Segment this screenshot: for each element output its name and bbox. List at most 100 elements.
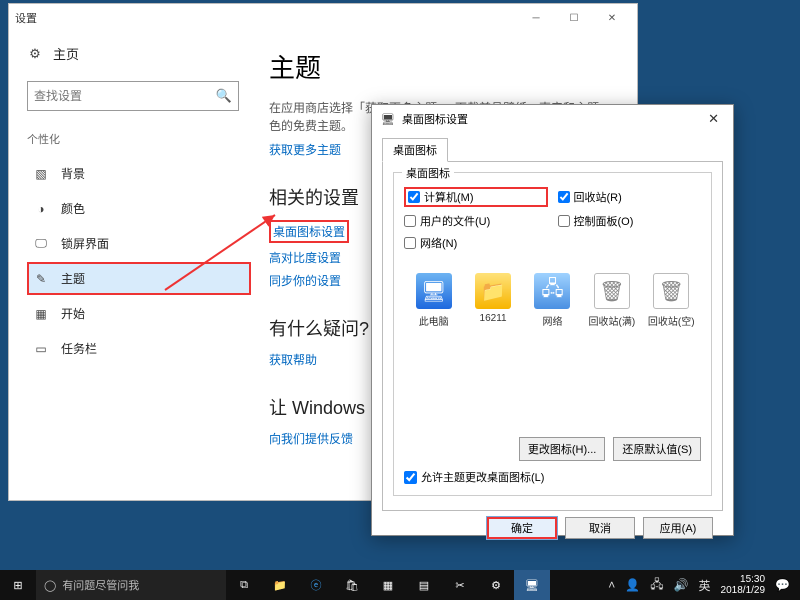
folder-icon: 📁: [475, 273, 511, 309]
sidebar-item-label: 锁屏界面: [61, 235, 109, 252]
checkbox-recyclebin[interactable]: 回收站(R): [558, 187, 702, 207]
tray-volume-icon[interactable]: 🔊: [674, 578, 689, 592]
taskbar-icon: ▭: [33, 341, 49, 357]
allow-themes-input[interactable]: [404, 471, 417, 484]
search-input[interactable]: [34, 89, 216, 103]
taskbar-app-settings[interactable]: ⚙: [478, 570, 514, 600]
icon-label: 回收站(空): [644, 313, 698, 328]
checkbox-controlpanel[interactable]: 控制面板(O): [558, 213, 702, 229]
search-placeholder: 有问题尽管问我: [62, 577, 139, 593]
taskbar-app-snip[interactable]: ✂: [442, 570, 478, 600]
restore-defaults-button[interactable]: 还原默认值(S): [613, 437, 701, 461]
checkbox-userfiles[interactable]: 用户的文件(U): [404, 213, 548, 229]
start-icon: ▦: [33, 306, 49, 322]
icon-network[interactable]: 🖧 网络: [525, 273, 579, 328]
home-label: 主页: [53, 44, 79, 63]
checkbox-label: 允许主题更改桌面图标(L): [421, 469, 544, 485]
tab-content: 桌面图标 计算机(M) 回收站(R) 用户的文件(U): [382, 161, 723, 511]
cortana-icon: ◯: [44, 579, 56, 592]
sidebar-item-label: 主题: [61, 270, 85, 287]
dialog-title: 桌面图标设置: [402, 111, 468, 127]
window-title: 设置: [15, 10, 517, 26]
start-button[interactable]: ⊞: [0, 570, 36, 600]
dialog-icon: 🖥: [380, 111, 396, 127]
tray-chevron-icon[interactable]: ˄: [608, 578, 615, 592]
checkbox-network-input[interactable]: [404, 237, 416, 249]
maximize-button[interactable]: ☐: [555, 5, 593, 31]
minimize-button[interactable]: ─: [517, 5, 555, 31]
icon-label: 网络: [525, 313, 579, 328]
tray-people-icon[interactable]: 👤: [625, 578, 640, 592]
ok-button[interactable]: 确定: [487, 517, 557, 539]
group-label: 桌面图标: [402, 165, 454, 181]
lock-icon: 🖵: [33, 236, 49, 252]
sidebar-item-taskbar[interactable]: ▭ 任务栏: [27, 332, 251, 365]
checkbox-network[interactable]: 网络(N): [404, 235, 548, 251]
clock-time: 15:30: [721, 574, 766, 585]
sidebar-item-lockscreen[interactable]: 🖵 锁屏界面: [27, 227, 251, 260]
settings-sidebar: ⚙ 主页 🔍 个性化 ▧ 背景 ◑ 颜色 🖵 锁屏界面 ✎ 主题: [9, 32, 269, 500]
settings-title-bar: 设置 ─ ☐ ✕: [9, 4, 637, 32]
checkbox-controlpanel-input[interactable]: [558, 215, 570, 227]
sidebar-item-themes[interactable]: ✎ 主题: [27, 262, 251, 295]
theme-icon: ✎: [33, 271, 49, 287]
taskbar-app-store[interactable]: 🛍: [334, 570, 370, 600]
dialog-close-button[interactable]: ✕: [702, 111, 725, 127]
sidebar-item-label: 任务栏: [61, 340, 97, 357]
checkbox-recyclebin-input[interactable]: [558, 191, 570, 203]
checkbox-userfiles-input[interactable]: [404, 215, 416, 227]
icon-userfolder[interactable]: 📁 16211: [466, 273, 520, 328]
sidebar-item-start[interactable]: ▦ 开始: [27, 297, 251, 330]
desktop-icon-settings-link[interactable]: 桌面图标设置: [269, 220, 349, 243]
taskbar-app-running[interactable]: 🖥: [514, 570, 550, 600]
tray: ˄ 👤 🖧 🔊 英 15:30 2018/1/29 💬: [608, 574, 800, 596]
taskbar-app-generic[interactable]: ▦: [370, 570, 406, 600]
close-button[interactable]: ✕: [593, 5, 631, 31]
taskbar: ⊞ ◯ 有问题尽管问我 ⧉ 📁 ⓔ 🛍 ▦ ▤ ✂ ⚙ 🖥 ˄ 👤 🖧 🔊 英 …: [0, 570, 800, 600]
icon-thispc[interactable]: 🖥 此电脑: [407, 273, 461, 328]
sidebar-item-label: 开始: [61, 305, 85, 322]
task-view-button[interactable]: ⧉: [226, 570, 262, 600]
icon-label: 回收站(满): [585, 313, 639, 328]
taskbar-app-explorer[interactable]: 📁: [262, 570, 298, 600]
checkbox-label: 网络(N): [420, 235, 457, 251]
dialog-footer: 确定 取消 应用(A): [382, 511, 723, 549]
cortana-search[interactable]: ◯ 有问题尽管问我: [36, 570, 226, 600]
icon-recyclebin-empty[interactable]: 🗑 回收站(空): [644, 273, 698, 328]
palette-icon: ◑: [33, 201, 49, 217]
section-label: 个性化: [27, 131, 251, 147]
allow-themes-checkbox[interactable]: 允许主题更改桌面图标(L): [404, 469, 544, 485]
cancel-button[interactable]: 取消: [565, 517, 635, 539]
network-icon: 🖧: [534, 273, 570, 309]
checkbox-computer-input[interactable]: [408, 191, 420, 203]
gear-icon: ⚙: [27, 46, 43, 62]
checkbox-label: 用户的文件(U): [420, 213, 490, 229]
home-link[interactable]: ⚙ 主页: [27, 40, 251, 67]
checkbox-computer[interactable]: 计算机(M): [404, 187, 548, 207]
desktop-icon-group: 桌面图标 计算机(M) 回收站(R) 用户的文件(U): [393, 172, 712, 496]
tab-desktop-icons[interactable]: 桌面图标: [382, 138, 448, 162]
recyclebin-full-icon: 🗑: [594, 273, 630, 309]
search-icon: 🔍: [216, 88, 232, 104]
change-icon-button[interactable]: 更改图标(H)...: [519, 437, 605, 461]
tray-network-icon[interactable]: 🖧: [650, 575, 663, 596]
clock-date: 2018/1/29: [721, 585, 766, 596]
taskbar-app-edge[interactable]: ⓔ: [298, 570, 334, 600]
icon-recyclebin-full[interactable]: 🗑 回收站(满): [585, 273, 639, 328]
sidebar-item-colors[interactable]: ◑ 颜色: [27, 192, 251, 225]
sidebar-item-background[interactable]: ▧ 背景: [27, 157, 251, 190]
page-title: 主题: [269, 48, 615, 85]
icon-preview-row: 🖥 此电脑 📁 16211 🖧 网络 🗑 回收站(满): [404, 273, 701, 328]
apply-button[interactable]: 应用(A): [643, 517, 713, 539]
desktop-icon-dialog: 🖥 桌面图标设置 ✕ 桌面图标 桌面图标 计算机(M) 回收站(R): [371, 104, 734, 536]
taskbar-app-generic[interactable]: ▤: [406, 570, 442, 600]
checkbox-label: 计算机(M): [424, 189, 474, 205]
action-center-icon[interactable]: 💬: [775, 578, 790, 592]
checkbox-label: 回收站(R): [574, 189, 622, 205]
sidebar-item-label: 颜色: [61, 200, 85, 217]
ime-indicator[interactable]: 英: [699, 577, 711, 594]
settings-search[interactable]: 🔍: [27, 81, 239, 111]
clock[interactable]: 15:30 2018/1/29: [721, 574, 766, 596]
computer-icon: 🖥: [416, 273, 452, 309]
icon-label: 此电脑: [407, 313, 461, 328]
